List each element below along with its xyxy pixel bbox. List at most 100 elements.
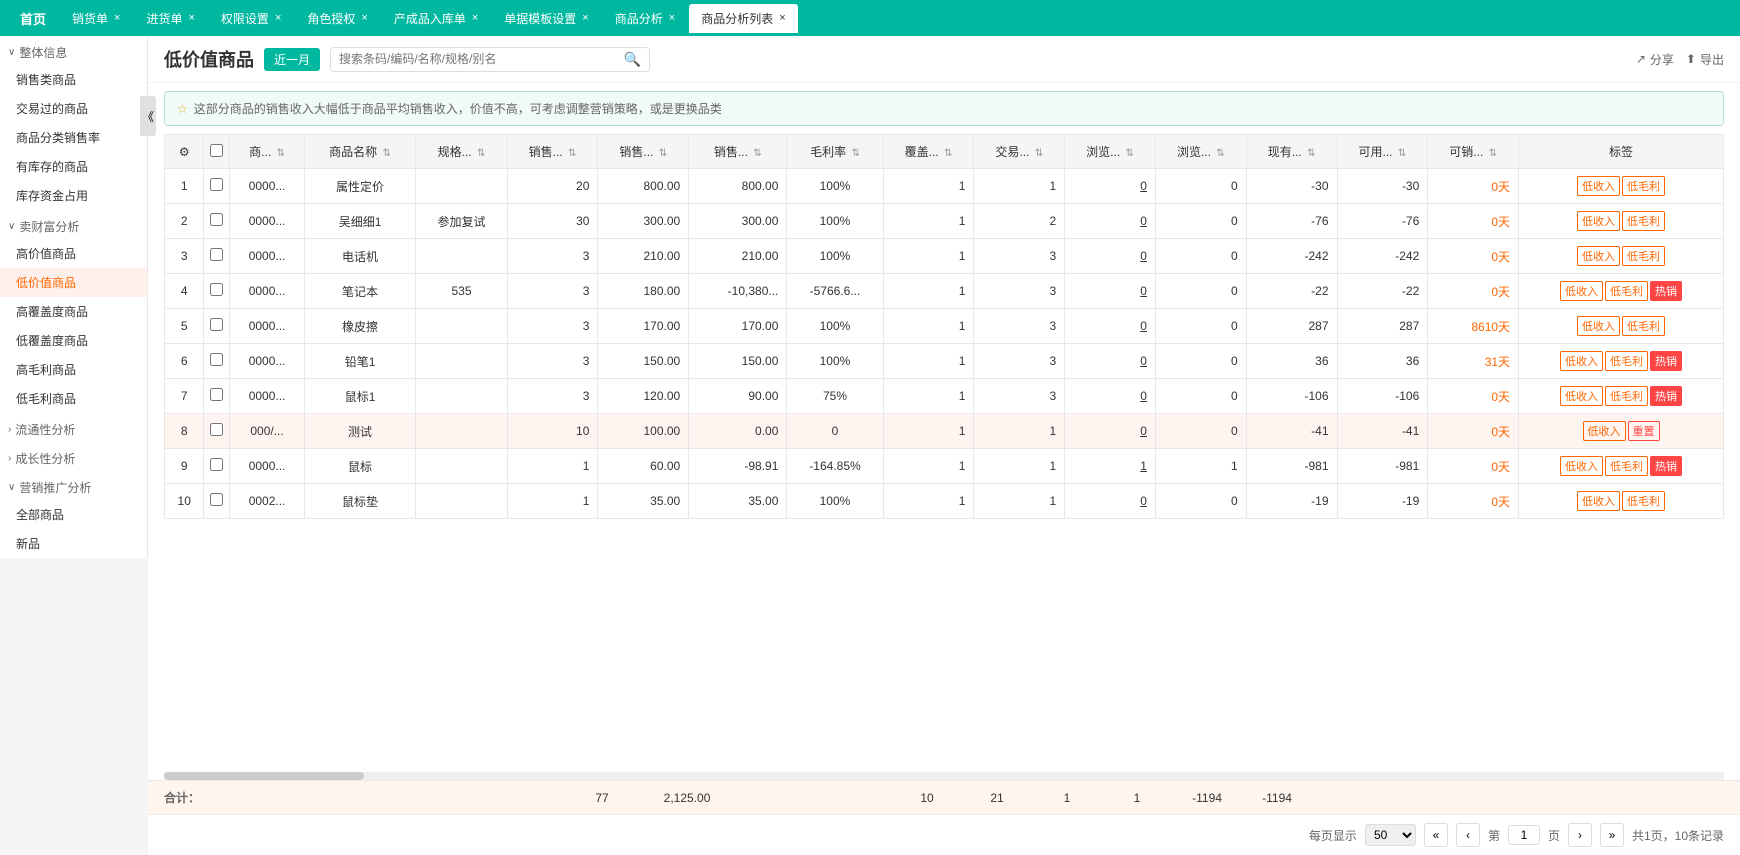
browse1-value[interactable]: 0 <box>1140 424 1147 438</box>
row-checkbox[interactable] <box>210 178 223 191</box>
nav-close-product[interactable]: × <box>472 12 478 24</box>
nav-analysis-list[interactable]: 商品分析列表 × <box>689 4 797 33</box>
nav-close-analysis-list[interactable]: × <box>779 12 785 24</box>
col-browse2[interactable]: 浏览... ⇅ <box>1155 135 1246 169</box>
sidebar-section-flow[interactable]: › 流通性分析 <box>0 413 147 442</box>
nav-permissions[interactable]: 权限设置 × <box>209 4 293 33</box>
row-checkbox[interactable] <box>210 283 223 296</box>
info-star-icon: ☆ <box>177 102 188 116</box>
row-s2: 120.00 <box>598 379 689 414</box>
col-s2[interactable]: 销售... ⇅ <box>598 135 689 169</box>
row-browse2: 0 <box>1155 414 1246 449</box>
sidebar-item-category-sales[interactable]: 商品分类销售率 <box>0 123 147 152</box>
row-checkbox[interactable] <box>210 388 223 401</box>
row-browse1: 0 <box>1065 414 1156 449</box>
browse1-value[interactable]: 0 <box>1140 389 1147 403</box>
sidebar-item-low-value[interactable]: 低价值商品 <box>0 268 147 297</box>
sidebar-item-traded-goods[interactable]: 交易过的商品 <box>0 94 147 123</box>
row-checkbox[interactable] <box>210 213 223 226</box>
nav-close-permissions[interactable]: × <box>275 12 281 24</box>
col-checkbox[interactable] <box>204 135 230 169</box>
browse1-value[interactable]: 0 <box>1140 249 1147 263</box>
nav-role-auth[interactable]: 角色授权 × <box>295 4 379 33</box>
col-trade[interactable]: 交易... ⇅ <box>974 135 1065 169</box>
section-arrow-growth: › <box>8 453 11 464</box>
row-stock: -22 <box>1246 274 1337 309</box>
row-checkbox[interactable] <box>210 353 223 366</box>
row-checkbox[interactable] <box>210 423 223 436</box>
col-s1[interactable]: 销售... ⇅ <box>507 135 598 169</box>
nav-close-role[interactable]: × <box>361 12 367 24</box>
browse1-value[interactable]: 0 <box>1140 179 1147 193</box>
next-page-button[interactable]: › <box>1568 823 1592 847</box>
current-page-input[interactable] <box>1508 825 1540 845</box>
sidebar-section-marketing[interactable]: ∨ 营销推广分析 <box>0 471 147 500</box>
sidebar-item-stock-goods[interactable]: 有库存的商品 <box>0 152 147 181</box>
prev-page-button[interactable]: ‹ <box>1456 823 1480 847</box>
browse1-value[interactable]: 0 <box>1140 354 1147 368</box>
sidebar-section-overview[interactable]: ∨ 整体信息 <box>0 36 147 65</box>
sidebar-section-growth[interactable]: › 成长性分析 <box>0 442 147 471</box>
sidebar-item-high-gross[interactable]: 高毛利商品 <box>0 355 147 384</box>
row-checkbox[interactable] <box>210 493 223 506</box>
row-stock: 36 <box>1246 344 1337 379</box>
nav-home[interactable]: 首页 <box>8 3 58 34</box>
scrollbar-thumb[interactable] <box>164 772 364 780</box>
col-saleable[interactable]: 可销... ⇅ <box>1428 135 1519 169</box>
browse1-value[interactable]: 0 <box>1140 319 1147 333</box>
share-button[interactable]: ↗ 分享 <box>1636 51 1674 68</box>
row-browse2: 1 <box>1155 449 1246 484</box>
nav-close-purchase[interactable]: × <box>188 12 194 24</box>
sidebar-item-sales-goods[interactable]: 销售类商品 <box>0 65 147 94</box>
nav-close-analysis[interactable]: × <box>669 12 675 24</box>
sidebar-item-new-goods[interactable]: 新品 <box>0 529 147 558</box>
sidebar-item-low-gross[interactable]: 低毛利商品 <box>0 384 147 413</box>
first-page-button[interactable]: « <box>1424 823 1448 847</box>
browse1-value[interactable]: 0 <box>1140 494 1147 508</box>
sidebar-collapse-button[interactable]: 《 <box>140 96 156 136</box>
sidebar-section-wealth[interactable]: ∨ 卖财富分析 <box>0 210 147 239</box>
period-button[interactable]: 近一月 <box>264 48 320 71</box>
nav-product-analysis[interactable]: 商品分析 × <box>603 4 687 33</box>
col-gross[interactable]: 毛利率 ⇅ <box>787 135 883 169</box>
col-cover[interactable]: 覆盖... ⇅ <box>883 135 974 169</box>
col-settings[interactable]: ⚙ <box>165 135 204 169</box>
col-code[interactable]: 商... ⇅ <box>230 135 304 169</box>
row-checkbox-cell <box>204 274 230 309</box>
nav-sales-order[interactable]: 销货单 × <box>60 4 132 33</box>
browse1-value[interactable]: 0 <box>1140 214 1147 228</box>
share-icon: ↗ <box>1636 52 1646 66</box>
nav-template-settings[interactable]: 单据模板设置 × <box>492 4 600 33</box>
nav-product-stock[interactable]: 产成品入库单 × <box>382 4 490 33</box>
row-s3: 300.00 <box>689 204 787 239</box>
sidebar-item-low-cover[interactable]: 低覆盖度商品 <box>0 326 147 355</box>
browse1-value[interactable]: 1 <box>1140 459 1147 473</box>
row-checkbox[interactable] <box>210 318 223 331</box>
nav-purchase-order[interactable]: 进货单 × <box>134 4 206 33</box>
last-page-button[interactable]: » <box>1600 823 1624 847</box>
col-s3[interactable]: 销售... ⇅ <box>689 135 787 169</box>
col-name[interactable]: 商品名称 ⇅ <box>304 135 416 169</box>
sidebar-item-stock-capital[interactable]: 库存资金占用 <box>0 181 147 210</box>
row-days: 0天 <box>1428 449 1519 484</box>
row-name: 铅笔1 <box>304 344 416 379</box>
col-spec[interactable]: 规格... ⇅ <box>416 135 507 169</box>
search-icon[interactable]: 🔍 <box>624 51 641 68</box>
row-checkbox[interactable] <box>210 458 223 471</box>
sidebar-item-high-value[interactable]: 高价值商品 <box>0 239 147 268</box>
select-all-checkbox[interactable] <box>210 144 223 157</box>
horizontal-scrollbar[interactable] <box>164 772 1724 780</box>
row-checkbox[interactable] <box>210 248 223 261</box>
nav-close-template[interactable]: × <box>582 12 588 24</box>
sidebar-item-all-goods[interactable]: 全部商品 <box>0 500 147 529</box>
export-button[interactable]: ⬆ 导出 <box>1686 51 1724 68</box>
sidebar-item-high-cover[interactable]: 高覆盖度商品 <box>0 297 147 326</box>
page-size-select[interactable]: 50 100 200 <box>1365 824 1416 846</box>
col-avail[interactable]: 可用... ⇅ <box>1337 135 1428 169</box>
col-browse1[interactable]: 浏览... ⇅ <box>1065 135 1156 169</box>
col-stock[interactable]: 现有... ⇅ <box>1246 135 1337 169</box>
nav-close-sales[interactable]: × <box>114 12 120 24</box>
row-s2: 300.00 <box>598 204 689 239</box>
browse1-value[interactable]: 0 <box>1140 284 1147 298</box>
search-input[interactable] <box>339 52 618 66</box>
